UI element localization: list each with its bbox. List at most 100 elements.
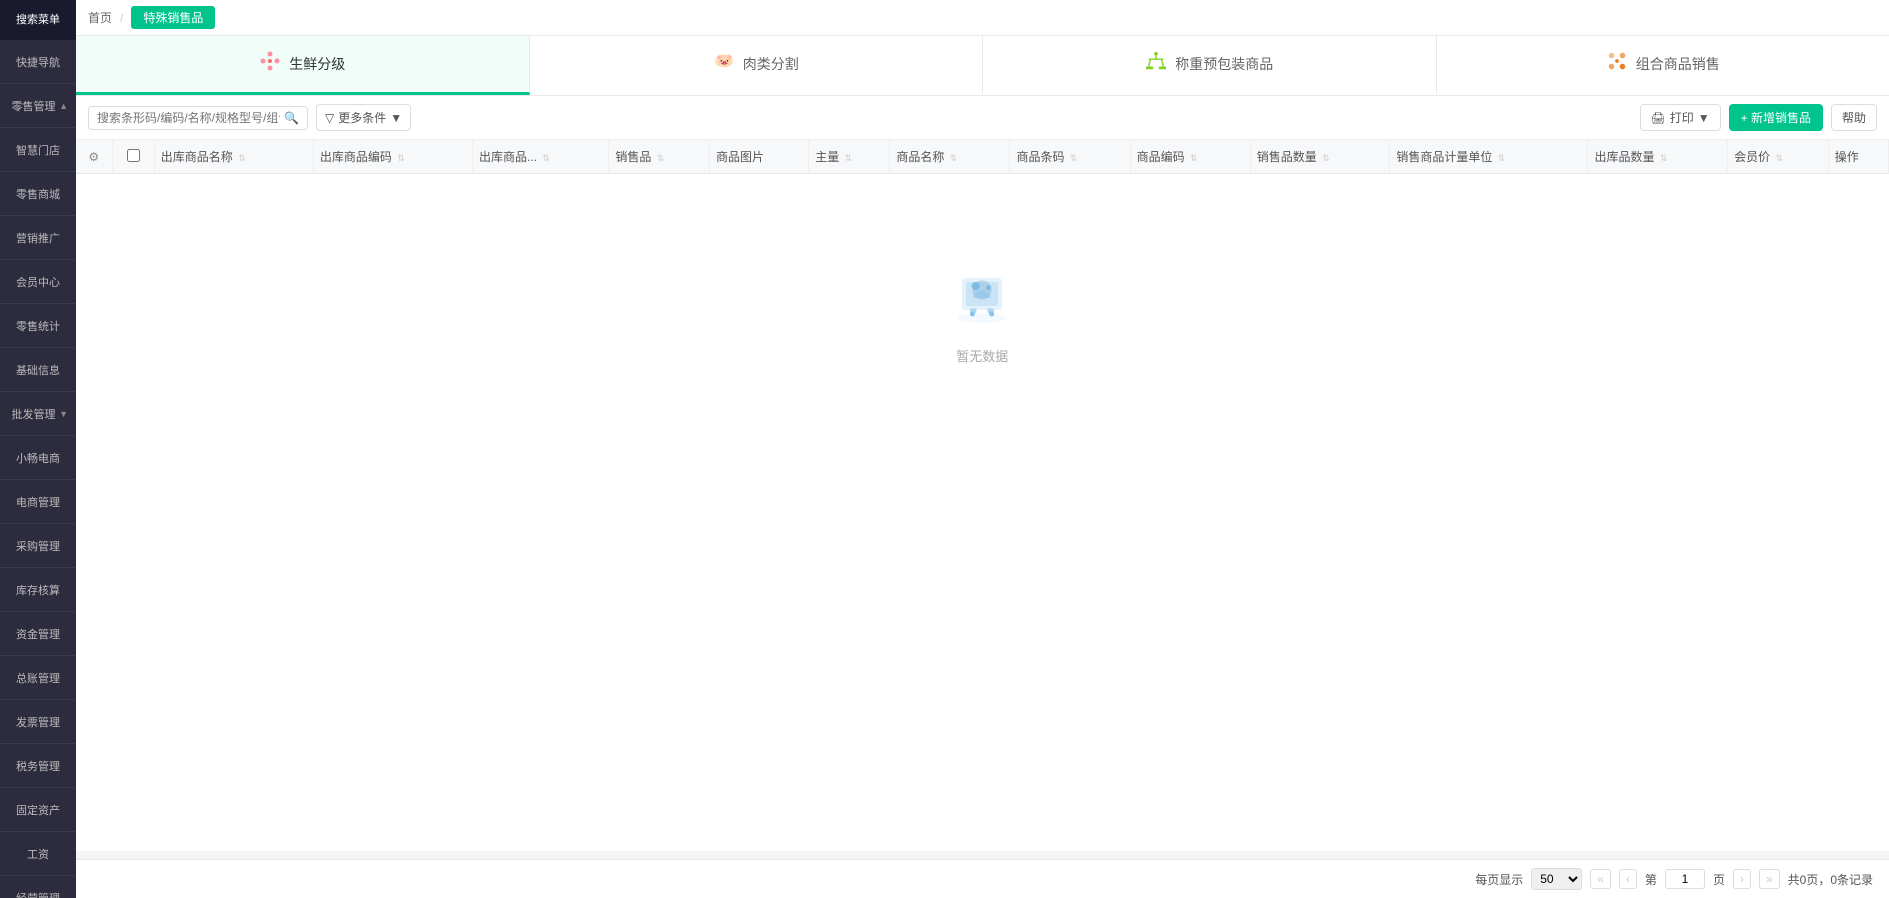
- column-product-code[interactable]: 商品编码 ⇅: [1130, 140, 1250, 174]
- breadcrumb-current[interactable]: 特殊销售品: [131, 6, 215, 29]
- page-number-input[interactable]: [1665, 869, 1705, 889]
- column-sales-product[interactable]: 销售品 ⇅: [609, 140, 710, 174]
- column-sales-unit[interactable]: 销售商品计量单位 ⇅: [1390, 140, 1588, 174]
- sidebar-item-mini-ecom[interactable]: 小畅电商: [0, 436, 76, 480]
- column-weight[interactable]: 主量 ⇅: [809, 140, 890, 174]
- sidebar-item-inventory-check[interactable]: 库存核算: [0, 568, 76, 612]
- filter-label: 更多条件: [338, 109, 386, 126]
- tab-scale-prepack[interactable]: 称重预包装商品: [983, 36, 1437, 95]
- filter-button[interactable]: ▽ 更多条件 ▼: [316, 104, 411, 131]
- column-checkbox[interactable]: [112, 140, 154, 174]
- sidebar-item-capital-mgmt[interactable]: 资金管理: [0, 612, 76, 656]
- column-product-name[interactable]: 商品名称 ⇅: [890, 140, 1010, 174]
- sidebar-item-retail-mgmt[interactable]: 零售管理 ▲: [0, 84, 76, 128]
- sidebar-item-invoice-mgmt[interactable]: 发票管理: [0, 700, 76, 744]
- sidebar-item-quick-nav[interactable]: 快捷导航: [0, 40, 76, 84]
- sidebar-item-label: 工资: [27, 846, 49, 862]
- sidebar-item-retail-mall[interactable]: 零售商城: [0, 172, 76, 216]
- sidebar-item-general-ledger[interactable]: 总账管理: [0, 656, 76, 700]
- page-suffix: 页: [1713, 871, 1725, 888]
- help-button[interactable]: 帮助: [1831, 104, 1877, 131]
- bottom-scrollbar[interactable]: [76, 851, 1889, 859]
- column-label: 出库商品...: [479, 150, 537, 164]
- next-page-button[interactable]: ›: [1733, 869, 1751, 889]
- print-label: 打印: [1670, 109, 1694, 126]
- column-out-product-name[interactable]: 出库商品名称 ⇅: [154, 140, 313, 174]
- sort-icon: ⇅: [1775, 153, 1783, 163]
- column-sales-qty[interactable]: 销售品数量 ⇅: [1250, 140, 1390, 174]
- column-out-qty[interactable]: 出库品数量 ⇅: [1588, 140, 1728, 174]
- tab-combo-sales[interactable]: 组合商品销售: [1437, 36, 1889, 95]
- scale-icon-svg: [1145, 50, 1167, 72]
- sidebar-item-label: 批发管理: [8, 406, 59, 422]
- column-gear[interactable]: ⚙: [76, 140, 112, 174]
- tab-fresh-grade-label: 生鲜分级: [289, 54, 345, 74]
- column-label: 操作: [1835, 150, 1859, 164]
- sidebar-item-smart-store[interactable]: 智慧门店: [0, 128, 76, 172]
- breadcrumb-home[interactable]: 首页: [88, 9, 112, 26]
- sidebar-item-label: 营销推广: [16, 230, 60, 246]
- combo-icon: [1606, 50, 1628, 78]
- sidebar-item-wholesale-mgmt[interactable]: 批发管理 ▼: [0, 392, 76, 436]
- column-label: 出库商品编码: [320, 150, 392, 164]
- column-label: 商品条码: [1016, 150, 1064, 164]
- last-page-button[interactable]: »: [1759, 869, 1780, 889]
- sidebar-item-wages[interactable]: 工资: [0, 832, 76, 876]
- column-action: 操作: [1828, 140, 1888, 174]
- toolbar: 🔍 ▽ 更多条件 ▼ 🖨 打印 ▼ + 新增销售品 帮助: [76, 96, 1889, 140]
- search-input[interactable]: [97, 111, 280, 125]
- empty-state-text: 暂无数据: [956, 346, 1008, 365]
- page-size-select[interactable]: 50 20 100: [1531, 868, 1582, 890]
- sidebar-item-tax-mgmt[interactable]: 税务管理: [0, 744, 76, 788]
- filter-arrow-icon: ▼: [390, 111, 402, 125]
- scale-icon: [1145, 50, 1167, 78]
- sidebar: 搜索菜单 快捷导航 零售管理 ▲ 智慧门店 零售商城 营销推广 会员中心 零售统…: [0, 0, 76, 898]
- sidebar-item-basic-info[interactable]: 基础信息: [0, 348, 76, 392]
- empty-state: 暂无数据: [76, 174, 1889, 445]
- sidebar-item-label: 库存核算: [16, 582, 60, 598]
- tab-fresh-grade[interactable]: 生鲜分级: [76, 36, 530, 95]
- add-sales-product-button[interactable]: + 新增销售品: [1729, 104, 1823, 131]
- sort-icon: ⇅: [845, 153, 853, 163]
- column-barcode[interactable]: 商品条码 ⇅: [1010, 140, 1130, 174]
- pagination-bar: 每页显示 50 20 100 « ‹ 第 页 › » 共0页，0条记录: [76, 859, 1889, 898]
- sidebar-item-member-center[interactable]: 会员中心: [0, 260, 76, 304]
- first-page-button[interactable]: «: [1590, 869, 1611, 889]
- empty-state-row: 暂无数据: [76, 174, 1889, 446]
- sidebar-item-label: 智慧门店: [16, 142, 60, 158]
- tab-meat-cut[interactable]: 🐷 肉类分割: [530, 36, 984, 95]
- sidebar-logo[interactable]: 搜索菜单: [0, 0, 76, 40]
- sidebar-item-purchase-mgmt[interactable]: 采购管理: [0, 524, 76, 568]
- sidebar-item-label: 基础信息: [16, 362, 60, 378]
- tab-section: 生鲜分级 🐷 肉类分割: [76, 36, 1889, 96]
- print-button[interactable]: 🖨 打印 ▼: [1640, 104, 1721, 131]
- column-label: 出库品数量: [1594, 150, 1654, 164]
- sidebar-item-label: 资金管理: [16, 626, 60, 642]
- column-member-price[interactable]: 会员价 ⇅: [1728, 140, 1829, 174]
- sidebar-item-label: 小畅电商: [16, 450, 60, 466]
- sidebar-item-retail-stats[interactable]: 零售统计: [0, 304, 76, 348]
- sort-icon: ⇅: [397, 153, 405, 163]
- column-product-image[interactable]: 商品图片: [710, 140, 809, 174]
- filter-icon: ▽: [325, 111, 334, 125]
- empty-state-icon: [942, 254, 1022, 334]
- column-out-product-x[interactable]: 出库商品... ⇅: [473, 140, 609, 174]
- print-icon: 🖨: [1651, 111, 1666, 125]
- tab-scale-prepack-label: 称重预包装商品: [1175, 54, 1273, 74]
- sort-icon: ⇅: [1190, 153, 1198, 163]
- sidebar-item-fixed-assets[interactable]: 固定资产: [0, 788, 76, 832]
- column-label: 出库商品名称: [161, 150, 233, 164]
- search-icon: 🔍: [284, 111, 299, 125]
- sidebar-item-ops-mgmt[interactable]: 经营管理: [0, 876, 76, 898]
- sidebar-item-ecom-mgmt[interactable]: 电商管理: [0, 480, 76, 524]
- column-out-product-code[interactable]: 出库商品编码 ⇅: [313, 140, 472, 174]
- meat-cut-icon: 🐷: [713, 50, 735, 78]
- prev-page-button[interactable]: ‹: [1619, 869, 1637, 889]
- fresh-grade-icon: [259, 50, 281, 78]
- sidebar-item-label: 零售管理: [8, 98, 59, 114]
- sidebar-item-label: 采购管理: [16, 538, 60, 554]
- select-all-checkbox[interactable]: [127, 149, 140, 162]
- search-box[interactable]: 🔍: [88, 106, 308, 130]
- sort-icon: ⇅: [238, 153, 246, 163]
- sidebar-item-sales-promo[interactable]: 营销推广: [0, 216, 76, 260]
